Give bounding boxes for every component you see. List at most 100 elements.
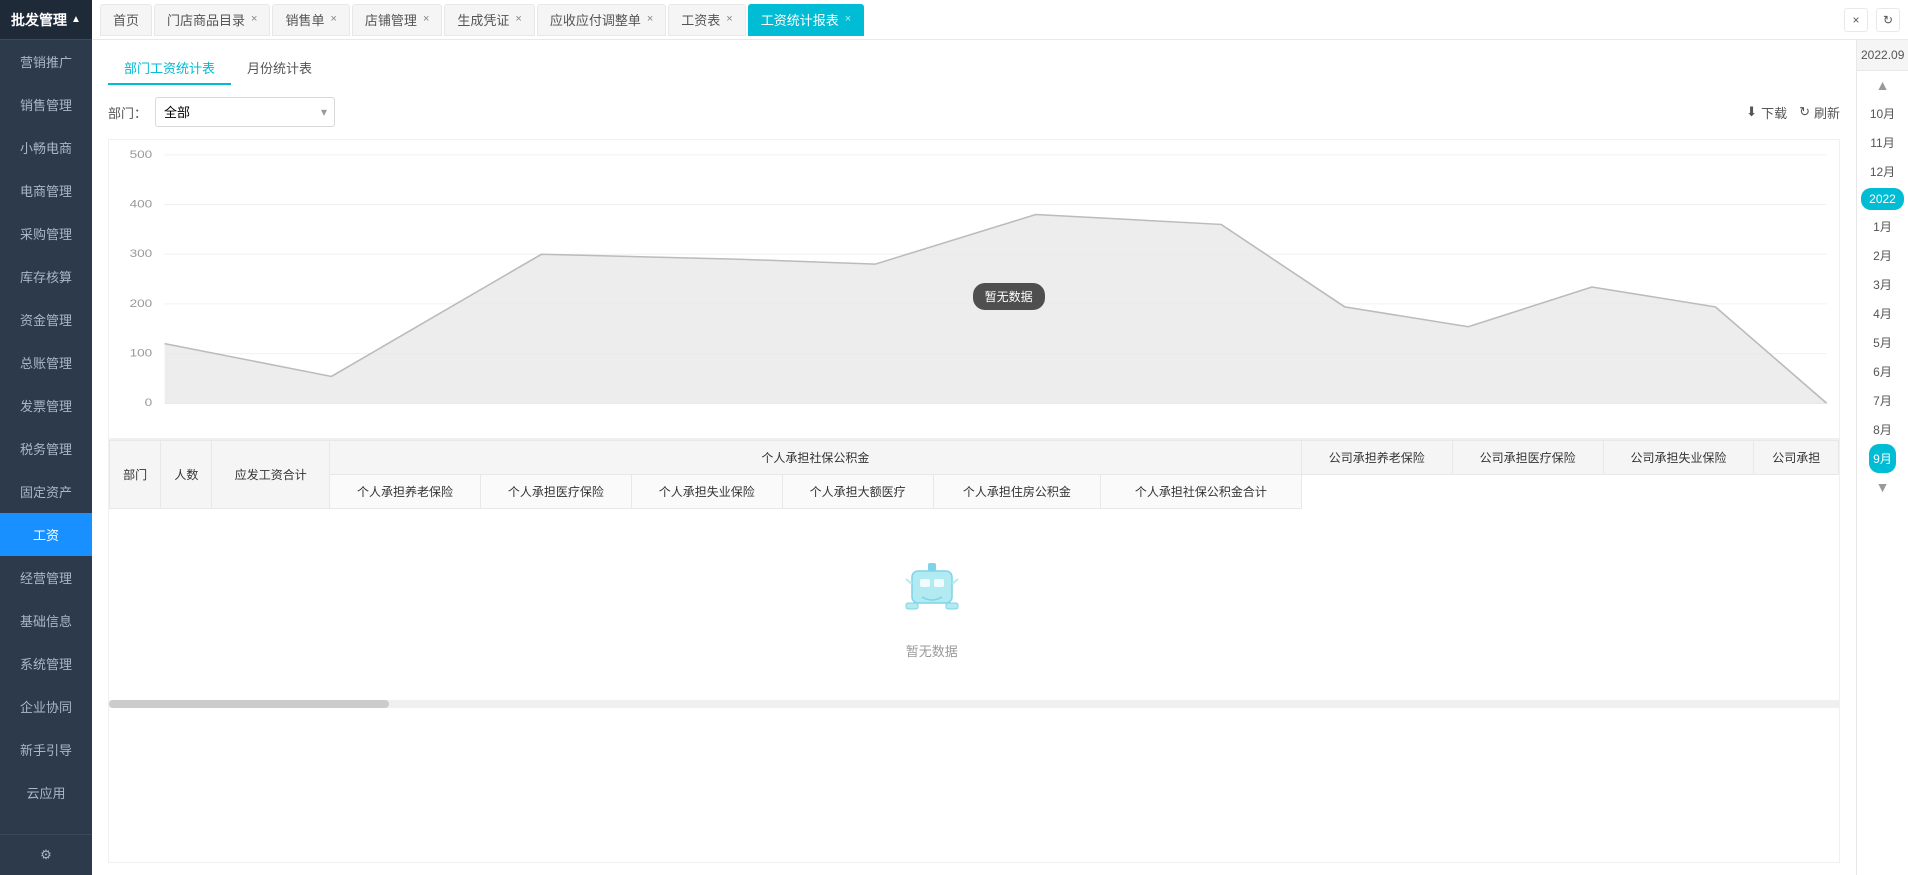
col-company-pension: 公司承担养老保险 — [1301, 441, 1452, 475]
empty-state: 暂无数据 — [110, 509, 1754, 700]
sidebar-item-工资[interactable]: 工资 — [0, 513, 92, 556]
col-p-housing: 个人承担住房公积金 — [933, 475, 1100, 509]
col-p-medical: 个人承担医疗保险 — [480, 475, 631, 509]
cal-month-7月[interactable]: 7月 — [1869, 386, 1896, 415]
tab-close-应收应付调整单[interactable]: × — [647, 14, 653, 25]
col-count: 人数 — [161, 441, 212, 509]
tab-close-工资统计报表[interactable]: × — [845, 14, 851, 25]
refresh-label: 刷新 — [1814, 103, 1840, 122]
tab-销售单[interactable]: 销售单× — [272, 4, 349, 36]
svg-text:100: 100 — [130, 347, 153, 359]
tab-店铺管理[interactable]: 店铺管理× — [352, 4, 442, 36]
cal-month-12月[interactable]: 12月 — [1866, 157, 1899, 186]
cal-month-10月[interactable]: 10月 — [1866, 99, 1899, 128]
col-p-bigmed: 个人承担大额医疗 — [782, 475, 933, 509]
sidebar-items: 营销推广销售管理小畅电商电商管理采购管理库存核算资金管理总账管理发票管理税务管理… — [0, 40, 92, 814]
refresh-icon: ↻ — [1799, 104, 1810, 120]
tab-close-工资表[interactable]: × — [726, 14, 732, 25]
cal-month-6月[interactable]: 6月 — [1869, 357, 1896, 386]
sidebar-item-系统管理[interactable]: 系统管理 — [0, 642, 92, 685]
tab-close-门店商品目录[interactable]: × — [251, 14, 257, 25]
tabs-actions: × ↻ — [1844, 8, 1900, 32]
sidebar-item-小畅电商[interactable]: 小畅电商 — [0, 126, 92, 169]
col-company-more: 公司承担 — [1754, 441, 1839, 475]
col-p-pension: 个人承担养老保险 — [330, 475, 481, 509]
close-all-button[interactable]: × — [1844, 8, 1868, 32]
cal-month-5月[interactable]: 5月 — [1869, 328, 1896, 357]
toolbar-left: 部门： 全部 ▾ — [108, 97, 335, 127]
sidebar-item-基础信息[interactable]: 基础信息 — [0, 599, 92, 642]
dept-select-wrapper: 全部 ▾ — [155, 97, 335, 127]
refresh-button[interactable]: ↻ 刷新 — [1799, 103, 1840, 122]
sidebar-item-企业协同[interactable]: 企业协同 — [0, 685, 92, 728]
tab-生成凭证[interactable]: 生成凭证× — [444, 4, 534, 36]
sidebar-item-采购管理[interactable]: 采购管理 — [0, 212, 92, 255]
download-icon: ⬇ — [1746, 104, 1757, 120]
tab-应收应付调整单[interactable]: 应收应付调整单× — [537, 4, 666, 36]
sub-tab-部门工资统计表[interactable]: 部门工资统计表 — [108, 52, 231, 85]
toolbar-right: ⬇ 下载 ↻ 刷新 — [1746, 103, 1840, 122]
main: 首页门店商品目录×销售单×店铺管理×生成凭证×应收应付调整单×工资表×工资统计报… — [92, 0, 1908, 875]
sub-tab-月份统计表[interactable]: 月份统计表 — [231, 52, 328, 85]
table-wrapper[interactable]: 部门 人数 应发工资合计 个人承担社保公积金 公司承担养老保险 公司承担医疗保险… — [108, 439, 1840, 863]
cal-month-1月[interactable]: 1月 — [1869, 212, 1896, 241]
col-dept: 部门 — [110, 441, 161, 509]
sidebar-item-新手引导[interactable]: 新手引导 — [0, 728, 92, 771]
scroll-thumb[interactable] — [109, 700, 389, 708]
download-button[interactable]: ⬇ 下载 — [1746, 103, 1787, 122]
settings-icon: ⚙ — [40, 847, 52, 862]
sidebar-item-发票管理[interactable]: 发票管理 — [0, 384, 92, 427]
col-company-medical: 公司承担医疗保险 — [1452, 441, 1603, 475]
horizontal-scrollbar[interactable] — [109, 700, 1839, 708]
col-company-unemploy: 公司承担失业保险 — [1603, 441, 1754, 475]
chart-area: 500 400 300 200 100 0 暂 — [108, 139, 1840, 439]
dept-select[interactable]: 全部 — [155, 97, 335, 127]
sidebar-item-电商管理[interactable]: 电商管理 — [0, 169, 92, 212]
tab-close-生成凭证[interactable]: × — [515, 14, 521, 25]
cal-months-2022: 10月11月12月 — [1866, 99, 1899, 186]
sidebar-item-资金管理[interactable]: 资金管理 — [0, 298, 92, 341]
tab-工资表[interactable]: 工资表× — [668, 4, 745, 36]
tab-首页[interactable]: 首页 — [100, 4, 152, 36]
sidebar-top-label: 批发管理 — [11, 10, 67, 30]
sidebar-top[interactable]: 批发管理 ▲ — [0, 0, 92, 40]
svg-text:0: 0 — [145, 396, 153, 408]
sidebar-item-固定资产[interactable]: 固定资产 — [0, 470, 92, 513]
sidebar-item-经营管理[interactable]: 经营管理 — [0, 556, 92, 599]
tabs-bar: 首页门店商品目录×销售单×店铺管理×生成凭证×应收应付调整单×工资表×工资统计报… — [92, 0, 1908, 40]
refresh-all-button[interactable]: ↻ — [1876, 8, 1900, 32]
chart-svg: 500 400 300 200 100 0 — [109, 140, 1839, 438]
sidebar-item-库存核算[interactable]: 库存核算 — [0, 255, 92, 298]
col-p-unemploy: 个人承担失业保险 — [631, 475, 782, 509]
sidebar-item-云应用[interactable]: 云应用 — [0, 771, 92, 814]
sidebar-item-总账管理[interactable]: 总账管理 — [0, 341, 92, 384]
calendar-prev-arrow[interactable]: ▲ — [1857, 71, 1908, 99]
sidebar-top-arrow: ▲ — [71, 14, 81, 25]
sidebar-item-营销推广[interactable]: 营销推广 — [0, 40, 92, 83]
tab-close-销售单[interactable]: × — [330, 14, 336, 25]
tab-门店商品目录[interactable]: 门店商品目录× — [154, 4, 270, 36]
cal-month-11月[interactable]: 11月 — [1866, 128, 1899, 157]
tab-close-店铺管理[interactable]: × — [423, 14, 429, 25]
cal-month-9月[interactable]: 9月 — [1869, 444, 1896, 473]
calendar-next-arrow[interactable]: ▼ — [1857, 473, 1908, 501]
empty-row: 暂无数据 — [110, 509, 1839, 701]
tabs-container: 首页门店商品目录×销售单×店铺管理×生成凭证×应收应付调整单×工资表×工资统计报… — [100, 4, 1842, 36]
calendar-year-label: 2022.09 — [1857, 40, 1908, 71]
cal-year-active[interactable]: 2022 — [1861, 188, 1904, 210]
dept-label: 部门： — [108, 103, 147, 122]
sidebar: 批发管理 ▲ 营销推广销售管理小畅电商电商管理采购管理库存核算资金管理总账管理发… — [0, 0, 92, 875]
sidebar-item-税务管理[interactable]: 税务管理 — [0, 427, 92, 470]
cal-month-3月[interactable]: 3月 — [1869, 270, 1896, 299]
sub-tabs: 部门工资统计表月份统计表 — [108, 52, 1840, 85]
download-label: 下载 — [1761, 103, 1787, 122]
cal-month-4月[interactable]: 4月 — [1869, 299, 1896, 328]
tab-工资统计报表[interactable]: 工资统计报表× — [748, 4, 864, 36]
cal-month-8月[interactable]: 8月 — [1869, 415, 1896, 444]
cal-months-2023: 1月2月3月4月5月6月7月8月9月 — [1869, 212, 1896, 473]
data-table: 部门 人数 应发工资合计 个人承担社保公积金 公司承担养老保险 公司承担医疗保险… — [109, 440, 1839, 700]
settings-button[interactable]: ⚙ — [0, 834, 92, 875]
toolbar: 部门： 全部 ▾ ⬇ 下载 ↻ 刷新 — [108, 97, 1840, 127]
sidebar-item-销售管理[interactable]: 销售管理 — [0, 83, 92, 126]
cal-month-2月[interactable]: 2月 — [1869, 241, 1896, 270]
